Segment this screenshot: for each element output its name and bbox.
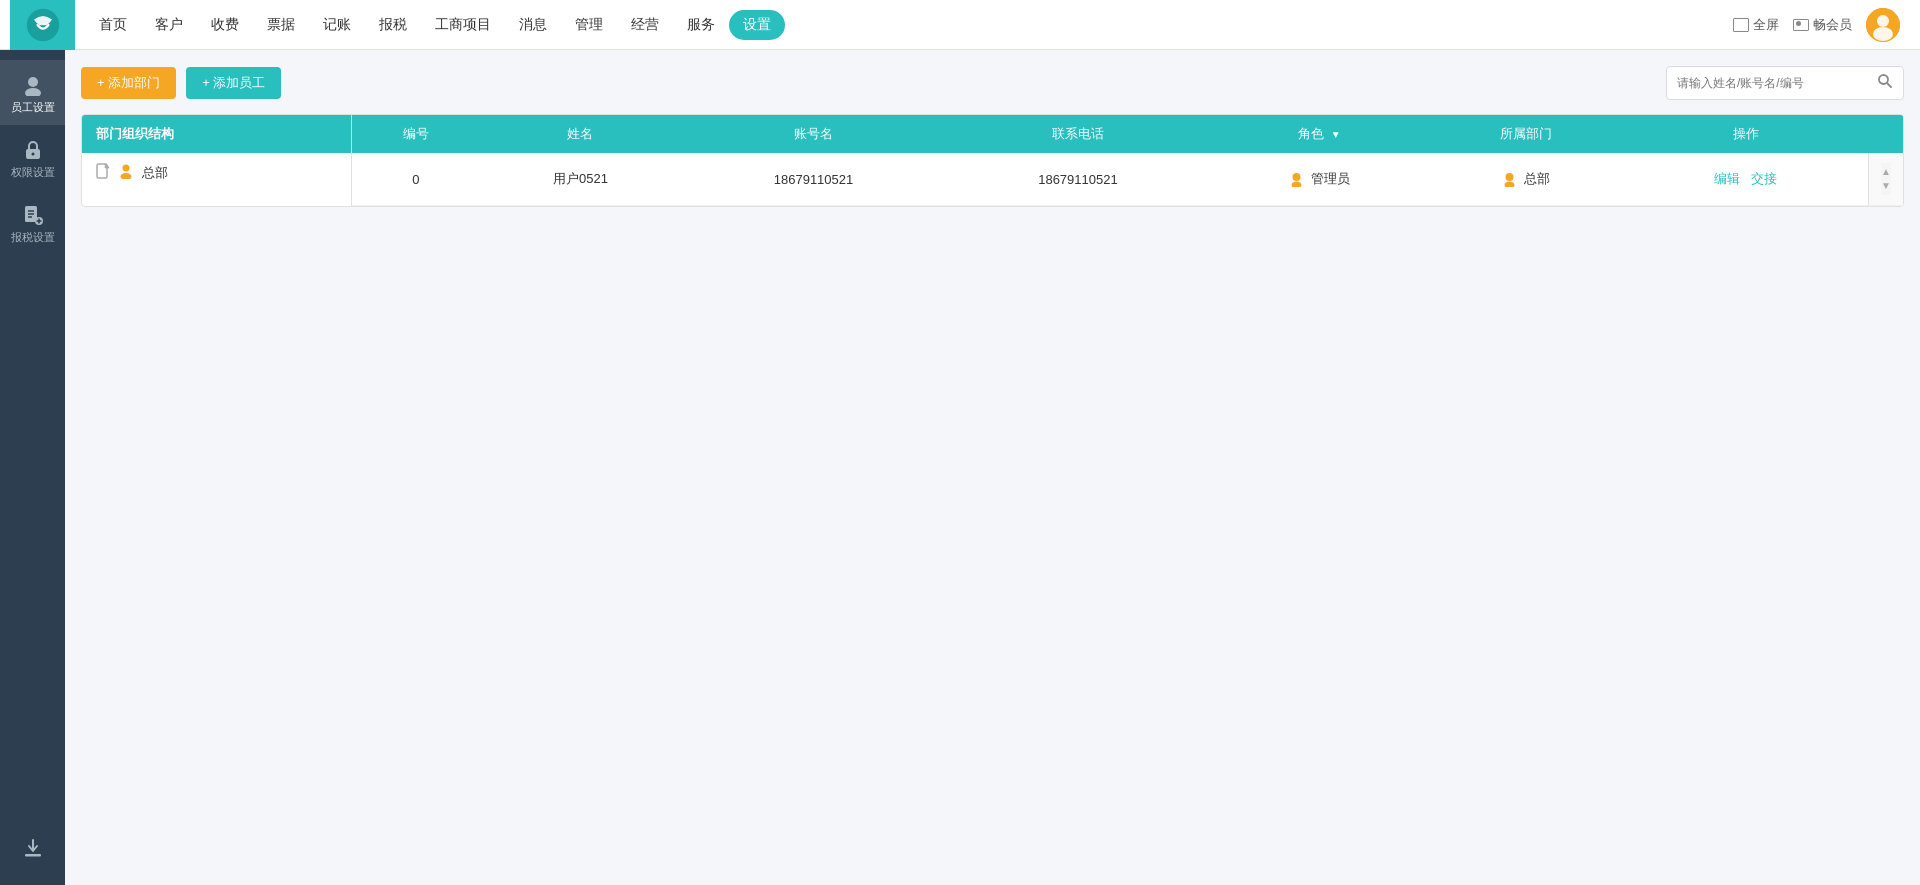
fullscreen-btn[interactable]: 全屏 bbox=[1733, 16, 1779, 34]
cell-phone: 18679110521 bbox=[946, 153, 1210, 206]
table-row: 0 用户0521 18679110521 18679110521 bbox=[352, 153, 1903, 206]
sidebar-item-tax-settings[interactable]: 报税设置 bbox=[0, 190, 65, 255]
cell-name: 用户0521 bbox=[480, 153, 682, 206]
tax-settings-icon bbox=[22, 204, 44, 226]
svg-point-20 bbox=[121, 173, 132, 179]
col-phone: 联系电话 bbox=[946, 115, 1210, 153]
nav-fee[interactable]: 收费 bbox=[197, 10, 253, 40]
nav-business[interactable]: 工商项目 bbox=[421, 10, 505, 40]
cell-account: 18679110521 bbox=[681, 153, 945, 206]
nav-manage[interactable]: 管理 bbox=[561, 10, 617, 40]
lock-icon bbox=[22, 139, 44, 161]
col-account: 账号名 bbox=[681, 115, 945, 153]
download-icon bbox=[22, 837, 44, 861]
transfer-link[interactable]: 交接 bbox=[1751, 171, 1777, 186]
cell-dept: 总部 bbox=[1429, 153, 1623, 206]
svg-point-24 bbox=[1504, 182, 1514, 188]
svg-point-4 bbox=[28, 77, 38, 87]
sidebar-download[interactable] bbox=[0, 825, 65, 869]
role-filter-icon: ▼ bbox=[1331, 129, 1341, 140]
top-nav: 首页 客户 收费 票据 记账 报税 工商项目 消息 管理 经营 服务 设置 全屏… bbox=[0, 0, 1920, 50]
user-avatar[interactable] bbox=[1866, 8, 1900, 42]
scroll-col: ▲ ▼ bbox=[1869, 153, 1903, 206]
main-wrapper: 员工设置 权限设置 bbox=[0, 50, 1920, 885]
tree-item-label: 总部 bbox=[142, 164, 168, 182]
nav-invoice[interactable]: 票据 bbox=[253, 10, 309, 40]
nav-operation[interactable]: 经营 bbox=[617, 10, 673, 40]
content-area: + 添加部门 + 添加员工 部门组织结构 bbox=[65, 50, 1920, 885]
tree-item-headquarters[interactable]: 总部 bbox=[82, 153, 351, 192]
add-employee-button[interactable]: + 添加员工 bbox=[186, 67, 281, 99]
search-input[interactable] bbox=[1667, 70, 1867, 96]
nav-right: 全屏 畅会员 bbox=[1733, 8, 1910, 42]
nav-tax[interactable]: 报税 bbox=[365, 10, 421, 40]
svg-point-22 bbox=[1291, 182, 1301, 188]
add-dept-button[interactable]: + 添加部门 bbox=[81, 67, 176, 99]
svg-point-2 bbox=[1877, 15, 1889, 27]
vip-btn[interactable]: 畅会员 bbox=[1793, 16, 1852, 34]
logo[interactable] bbox=[10, 0, 75, 50]
svg-point-21 bbox=[1292, 173, 1300, 181]
nav-service[interactable]: 服务 bbox=[673, 10, 729, 40]
col-name: 姓名 bbox=[480, 115, 682, 153]
cell-operations: 编辑 交接 bbox=[1623, 153, 1869, 206]
sidebar-item-employee[interactable]: 员工设置 bbox=[0, 60, 65, 125]
employee-icon bbox=[22, 74, 44, 96]
nav-message[interactable]: 消息 bbox=[505, 10, 561, 40]
role-icon bbox=[1289, 171, 1308, 186]
main-panel: 部门组织结构 总部 bbox=[81, 114, 1904, 207]
svg-rect-15 bbox=[25, 854, 41, 857]
nav-bookkeeping[interactable]: 记账 bbox=[309, 10, 365, 40]
sidebar-bottom bbox=[0, 825, 65, 885]
dept-icon bbox=[1502, 171, 1521, 186]
svg-point-5 bbox=[25, 88, 41, 96]
col-dept: 所属部门 bbox=[1429, 115, 1623, 153]
tree-header: 部门组织结构 bbox=[82, 115, 351, 153]
cell-id: 0 bbox=[352, 153, 480, 206]
search-box bbox=[1666, 66, 1904, 100]
search-button[interactable] bbox=[1867, 67, 1903, 99]
col-id: 编号 bbox=[352, 115, 480, 153]
svg-point-23 bbox=[1505, 173, 1513, 181]
col-role[interactable]: 角色 ▼ bbox=[1210, 115, 1429, 153]
nav-home[interactable]: 首页 bbox=[85, 10, 141, 40]
scroll-col-header bbox=[1869, 115, 1903, 153]
dept-user-icon bbox=[118, 163, 134, 182]
sidebar-item-permission[interactable]: 权限设置 bbox=[0, 125, 65, 190]
col-op: 操作 bbox=[1623, 115, 1869, 153]
nav-customer[interactable]: 客户 bbox=[141, 10, 197, 40]
toolbar: + 添加部门 + 添加员工 bbox=[81, 66, 1904, 100]
nav-items: 首页 客户 收费 票据 记账 报税 工商项目 消息 管理 经营 服务 设置 bbox=[75, 10, 1733, 40]
sidebar: 员工设置 权限设置 bbox=[0, 50, 65, 885]
cell-role: 管理员 bbox=[1210, 153, 1429, 206]
employee-table: 编号 姓名 账号名 联系电话 角色 ▼ 所属部门 操作 bbox=[352, 115, 1903, 206]
svg-point-19 bbox=[123, 165, 130, 172]
nav-settings[interactable]: 设置 bbox=[729, 10, 785, 40]
svg-point-7 bbox=[31, 153, 34, 156]
file-icon bbox=[96, 163, 110, 182]
tree-panel: 部门组织结构 总部 bbox=[82, 115, 352, 206]
svg-point-3 bbox=[1873, 27, 1893, 41]
table-panel: 编号 姓名 账号名 联系电话 角色 ▼ 所属部门 操作 bbox=[352, 115, 1903, 206]
edit-link[interactable]: 编辑 bbox=[1714, 171, 1740, 186]
svg-line-17 bbox=[1887, 83, 1891, 87]
